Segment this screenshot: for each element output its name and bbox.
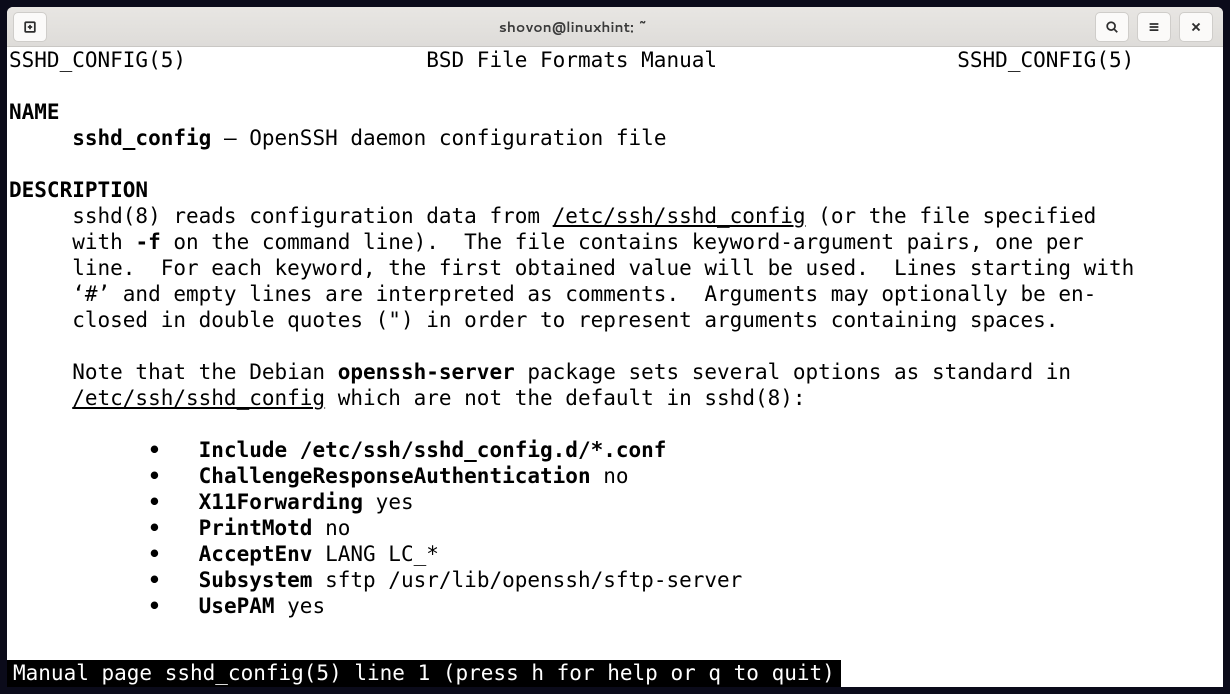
section-name-heading: NAME [9, 100, 60, 124]
desc-line: with [72, 230, 135, 254]
bullet-icon: • [148, 567, 161, 593]
search-icon [1105, 20, 1119, 34]
menu-button[interactable] [1137, 12, 1171, 42]
desc-line: (or the file specified [806, 204, 1097, 228]
pager-status: Manual page sshd_config(5) line 1 (press… [7, 660, 841, 687]
note-line: package sets several options as standard… [515, 360, 1071, 384]
bullet-icon: • [148, 489, 161, 515]
terminal-window: shovon@linuxhint: ~ SSHD_CONFIG(5) BSD F… [7, 7, 1223, 687]
desc-line: on the command line). The file contains … [161, 230, 1084, 254]
note-line: which are not the default in sshd(8): [325, 386, 805, 410]
note-path: /etc/ssh/sshd_config [72, 386, 325, 410]
bullet-icon: • [148, 437, 161, 463]
note-line: Note that the Debian [72, 360, 338, 384]
desc-line: line. For each keyword, the first obtain… [72, 256, 1134, 280]
hamburger-icon [1147, 20, 1161, 34]
bullet-rest: no [591, 464, 629, 488]
desc-line: sshd(8) reads configuration data from [72, 204, 552, 228]
bullet-bold: AcceptEnv [199, 542, 313, 566]
bullet-icon: • [148, 515, 161, 541]
bullet-rest: yes [275, 594, 326, 618]
bullet-bold: X11Forwarding [199, 490, 363, 514]
window-title: shovon@linuxhint: ~ [499, 17, 648, 37]
bullet-icon: • [148, 463, 161, 489]
desc-line: ‘#’ and empty lines are interpreted as c… [72, 282, 1096, 306]
new-tab-icon [23, 20, 37, 34]
section-description-heading: DESCRIPTION [9, 178, 148, 202]
close-icon [1189, 20, 1203, 34]
name-sep: — [211, 126, 249, 150]
bullet-rest: no [312, 516, 350, 540]
desc-path: /etc/ssh/sshd_config [553, 204, 806, 228]
desc-line: closed in double quotes (") in order to … [72, 308, 1058, 332]
bullet-bold: Subsystem [199, 568, 313, 592]
bullet-bold: Include /etc/ssh/sshd_config.d/*.conf [199, 438, 667, 462]
search-button[interactable] [1095, 12, 1129, 42]
man-header-center: BSD File Formats Manual [426, 48, 717, 72]
bullet-bold: ChallengeResponseAuthentication [199, 464, 591, 488]
man-header-left: SSHD_CONFIG(5) [9, 48, 186, 72]
close-button[interactable] [1179, 12, 1213, 42]
man-page-content[interactable]: SSHD_CONFIG(5) BSD File Formats Manual S… [7, 47, 1223, 660]
titlebar: shovon@linuxhint: ~ [7, 7, 1223, 47]
bullet-icon: • [148, 593, 161, 619]
bullet-bold: PrintMotd [199, 516, 313, 540]
name-desc: OpenSSH daemon configuration file [249, 126, 666, 150]
bullet-icon: • [148, 541, 161, 567]
name-command: sshd_config [72, 126, 211, 150]
man-header-right: SSHD_CONFIG(5) [957, 48, 1134, 72]
bullet-rest: yes [363, 490, 414, 514]
new-tab-button[interactable] [13, 12, 47, 42]
flag: -f [135, 230, 160, 254]
bullet-bold: UsePAM [199, 594, 275, 618]
status-wrap: Manual page sshd_config(5) line 1 (press… [7, 660, 1223, 687]
bullet-rest: LANG LC_* [312, 542, 438, 566]
bullet-rest: sftp /usr/lib/openssh/sftp-server [312, 568, 742, 592]
note-pkg: openssh-server [338, 360, 515, 384]
